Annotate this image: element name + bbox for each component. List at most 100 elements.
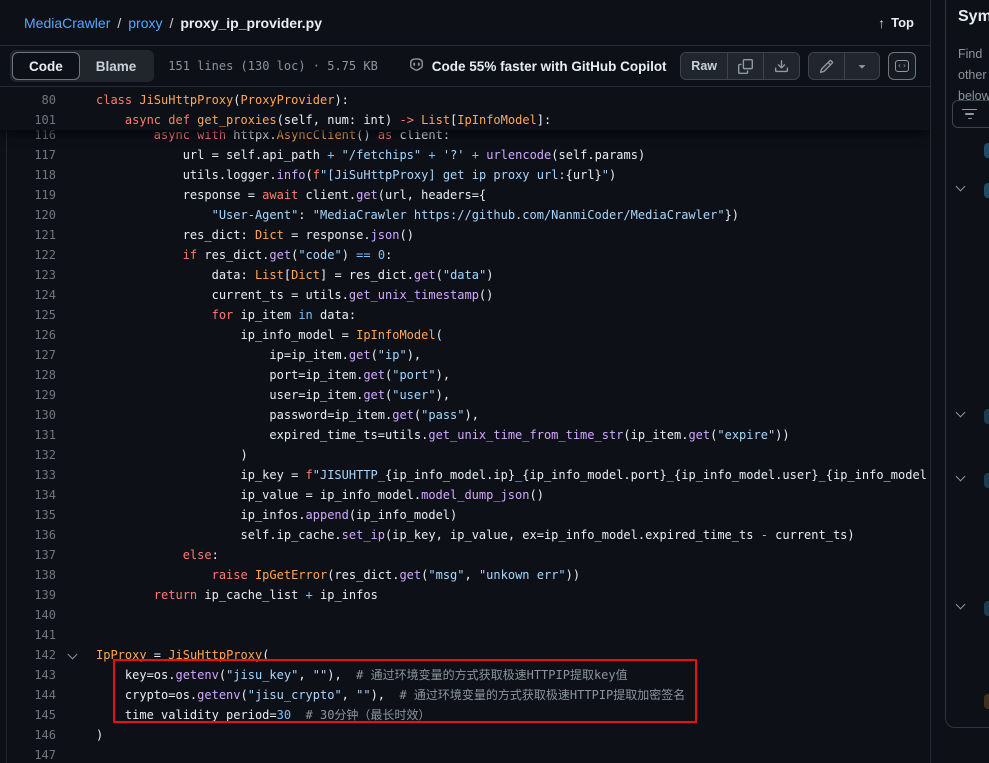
line-number[interactable]: 127 xyxy=(0,345,56,365)
line-number[interactable]: 129 xyxy=(0,385,56,405)
copy-button[interactable] xyxy=(727,53,763,79)
code-line: 131 expired_time_ts=utils.get_unix_time_… xyxy=(0,425,930,445)
line-number[interactable]: 144 xyxy=(0,685,56,705)
line-number[interactable]: 123 xyxy=(0,265,56,285)
code-line: 101 async def get_proxies(self, num: int… xyxy=(0,110,930,130)
code-line-text: return ip_cache_list + ip_infos xyxy=(56,585,378,605)
code-line: 134 ip_value = ip_info_model.model_dump_… xyxy=(0,485,930,505)
breadcrumb-repo-link[interactable]: MediaCrawler xyxy=(24,15,110,31)
line-number[interactable]: 147 xyxy=(0,745,56,763)
line-number[interactable]: 142 xyxy=(0,645,56,665)
breadcrumb-folder-link[interactable]: proxy xyxy=(128,15,162,31)
symbol-chip[interactable] xyxy=(984,694,989,709)
breadcrumb-bar: MediaCrawler / proxy / proxy_ip_provider… xyxy=(0,0,930,46)
code-line: 147 xyxy=(0,745,930,763)
code-line-text: user=ip_item.get("user"), xyxy=(56,385,450,405)
line-number[interactable]: 135 xyxy=(0,505,56,525)
code-line-text: async def get_proxies(self, num: int) ->… xyxy=(56,110,551,130)
line-number[interactable]: 118 xyxy=(0,165,56,185)
code-line: 126 ip_info_model = IpInfoModel( xyxy=(0,325,930,345)
symbol-chip[interactable] xyxy=(984,183,989,198)
edit-dropdown-button[interactable] xyxy=(844,53,879,79)
line-number[interactable]: 137 xyxy=(0,545,56,565)
code-line-text: utils.logger.info(f"[JiSuHttpProxy] get … xyxy=(56,165,616,185)
code-line: 140 xyxy=(0,605,930,625)
code-line: 144 crypto=os.getenv("jisu_crypto", ""),… xyxy=(0,685,930,705)
line-number[interactable]: 146 xyxy=(0,725,56,745)
line-number[interactable]: 145 xyxy=(0,705,56,725)
line-number[interactable]: 101 xyxy=(0,110,56,130)
line-number[interactable]: 140 xyxy=(0,605,56,625)
symbols-panel-toggle-button[interactable]: ‹› xyxy=(888,52,916,80)
code-line: 117 url = self.api_path + "/fetchips" + … xyxy=(0,145,930,165)
edit-actions-group xyxy=(808,52,880,80)
raw-actions-group: Raw xyxy=(680,52,800,80)
line-number[interactable]: 143 xyxy=(0,665,56,685)
code-line-text: ip_key = f"JISUHTTP_{ip_info_model.ip}_{… xyxy=(56,465,927,485)
code-line: 125 for ip_item in data: xyxy=(0,305,930,325)
line-number[interactable]: 119 xyxy=(0,185,56,205)
code-line-text: ip_value = ip_info_model.model_dump_json… xyxy=(56,485,544,505)
code-line-text: "User-Agent": "MediaCrawler https://gith… xyxy=(56,205,739,225)
chevron-down-icon xyxy=(855,59,869,73)
line-number[interactable]: 132 xyxy=(0,445,56,465)
symbol-chip[interactable] xyxy=(984,601,989,616)
code-line: 130 password=ip_item.get("pass"), xyxy=(0,405,930,425)
breadcrumb: MediaCrawler / proxy / proxy_ip_provider… xyxy=(24,15,322,31)
line-number[interactable]: 139 xyxy=(0,585,56,605)
code-line: 121 res_dict: Dict = response.json() xyxy=(0,225,930,245)
code-line-text: ip_infos.append(ip_info_model) xyxy=(56,505,457,525)
line-number[interactable]: 134 xyxy=(0,485,56,505)
line-number[interactable]: 138 xyxy=(0,565,56,585)
edit-button[interactable] xyxy=(809,53,844,79)
code-line: 129 user=ip_item.get("user"), xyxy=(0,385,930,405)
code-line: 127 ip=ip_item.get("ip"), xyxy=(0,345,930,365)
code-line: 128 port=ip_item.get("port"), xyxy=(0,365,930,385)
download-button[interactable] xyxy=(763,53,799,79)
code-line: 142IpProxy = JiSuHttpProxy( xyxy=(0,645,930,665)
file-content-region: MediaCrawler / proxy / proxy_ip_provider… xyxy=(0,0,931,763)
code-line-text: response = await client.get(url, headers… xyxy=(56,185,486,205)
code-line-text: class JiSuHttpProxy(ProxyProvider): xyxy=(56,90,349,110)
symbols-filter-input[interactable] xyxy=(952,100,989,128)
code-line: 119 response = await client.get(url, hea… xyxy=(0,185,930,205)
line-number[interactable]: 130 xyxy=(0,405,56,425)
line-number[interactable]: 117 xyxy=(0,145,56,165)
code-line: 139 return ip_cache_list + ip_infos xyxy=(0,585,930,605)
line-number[interactable]: 131 xyxy=(0,425,56,445)
code-line: 124 current_ts = utils.get_unix_timestam… xyxy=(0,285,930,305)
copilot-banner-text: Code 55% faster with GitHub Copilot xyxy=(432,59,667,74)
line-number[interactable]: 133 xyxy=(0,465,56,485)
symbol-chip[interactable] xyxy=(984,143,989,158)
code-line: 136 self.ip_cache.set_ip(ip_key, ip_valu… xyxy=(0,525,930,545)
code-line: 123 data: List[Dict] = res_dict.get("dat… xyxy=(0,265,930,285)
code-line-text: IpProxy = JiSuHttpProxy( xyxy=(56,645,269,665)
filter-icon xyxy=(962,109,977,120)
line-number[interactable]: 124 xyxy=(0,285,56,305)
symbol-chip[interactable] xyxy=(984,473,989,488)
file-meta-info: 151 lines (130 loc) · 5.75 KB xyxy=(168,59,378,73)
code-line: 80class JiSuHttpProxy(ProxyProvider): xyxy=(0,90,930,110)
code-line-text: for ip_item in data: xyxy=(56,305,356,325)
line-number[interactable]: 126 xyxy=(0,325,56,345)
line-number[interactable]: 128 xyxy=(0,365,56,385)
symbol-chip[interactable] xyxy=(984,409,989,424)
code-line-text: data: List[Dict] = res_dict.get("data") xyxy=(56,265,493,285)
line-number[interactable]: 120 xyxy=(0,205,56,225)
tab-code[interactable]: Code xyxy=(12,52,80,80)
code-line-text: else: xyxy=(56,545,219,565)
line-number[interactable]: 125 xyxy=(0,305,56,325)
back-to-top-button[interactable]: ↑ Top xyxy=(878,15,914,31)
line-number[interactable]: 122 xyxy=(0,245,56,265)
tab-blame[interactable]: Blame xyxy=(80,52,153,80)
code-lines: 116 async with httpx.AsyncClient() as cl… xyxy=(0,125,930,763)
line-number[interactable]: 121 xyxy=(0,225,56,245)
download-icon xyxy=(774,59,789,74)
line-number[interactable]: 141 xyxy=(0,625,56,645)
code-line-text: self.ip_cache.set_ip(ip_key, ip_value, e… xyxy=(56,525,855,545)
copy-icon xyxy=(738,59,753,74)
github-file-view: MediaCrawler / proxy / proxy_ip_provider… xyxy=(0,0,989,763)
line-number[interactable]: 80 xyxy=(0,90,56,110)
raw-button[interactable]: Raw xyxy=(681,53,727,79)
line-number[interactable]: 136 xyxy=(0,525,56,545)
